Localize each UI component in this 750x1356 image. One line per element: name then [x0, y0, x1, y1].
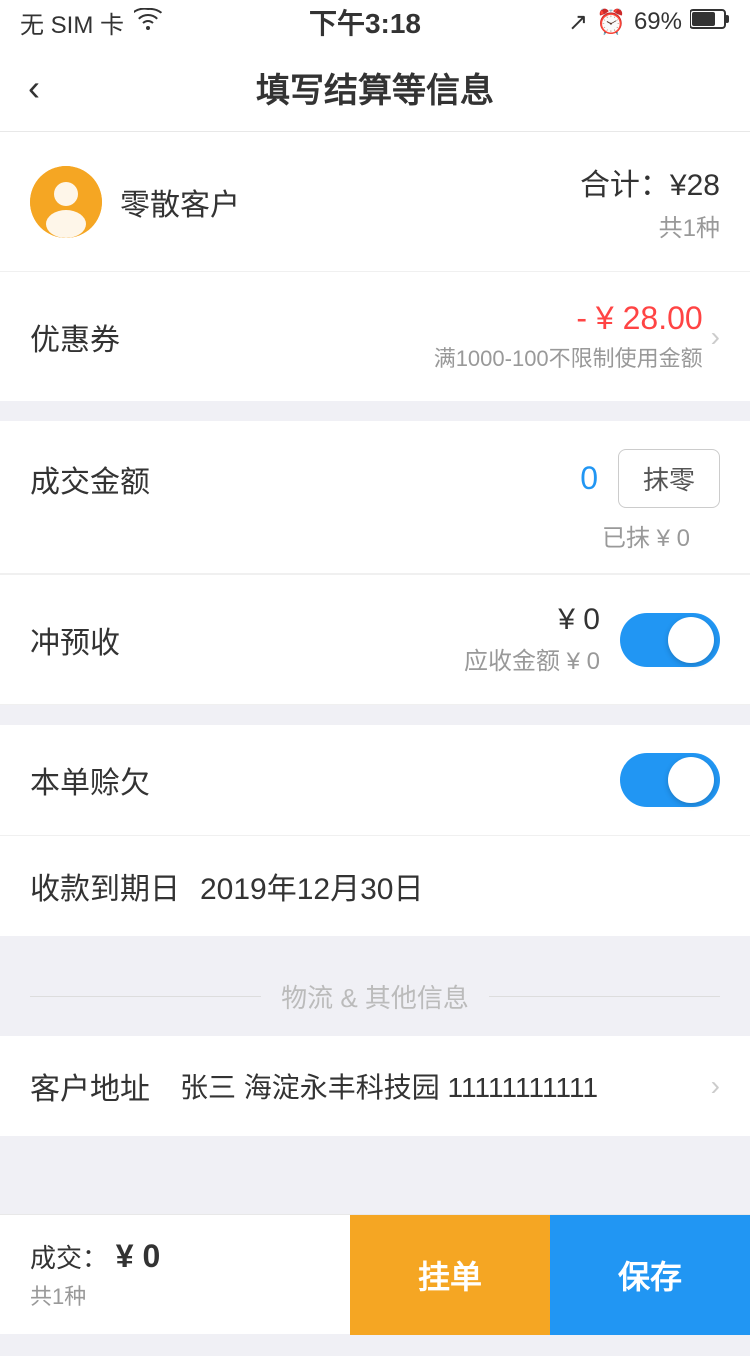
toggle-thumb: [668, 617, 714, 663]
round-zero-button[interactable]: 抹零: [618, 449, 720, 508]
coupon-right: - ¥ 28.00 满1000-100不限制使用金额 ›: [434, 300, 720, 373]
deal-amount-sub: 已抹 ¥ 0: [602, 525, 690, 552]
total-amount: 合计：¥28: [580, 160, 720, 204]
address-chevron-icon: ›: [711, 1070, 720, 1102]
debt-row: 本单赊欠: [0, 725, 750, 835]
status-bar: 无 SIM 卡 下午3:18 ↗ ⏰ 69%: [0, 0, 750, 44]
wifi-icon: [134, 8, 162, 36]
coupon-row[interactable]: 优惠券 - ¥ 28.00 满1000-100不限制使用金额 ›: [0, 271, 750, 401]
save-button[interactable]: 保存: [550, 1215, 750, 1335]
coupon-label: 优惠券: [30, 315, 120, 359]
nav-bar: ‹ 填写结算等信息: [0, 44, 750, 132]
prepayment-label: 冲预收: [30, 618, 120, 662]
debt-toggle[interactable]: [620, 753, 720, 807]
battery-icon: [690, 8, 730, 37]
hang-button[interactable]: 挂单: [350, 1215, 550, 1335]
prepayment-row: 冲预收 ¥ 0 应收金额 ¥ 0: [0, 574, 750, 705]
customer-name: 零散客户: [120, 180, 240, 224]
bottom-deal-amount: ¥ 0: [116, 1238, 160, 1274]
bottom-info: 成交： ¥ 0 共1种: [0, 1238, 350, 1311]
address-label: 客户地址: [30, 1064, 150, 1108]
bottom-deal-row: 成交： ¥ 0: [30, 1238, 320, 1275]
customer-section: 零散客户 合计：¥28 共1种 优惠券 - ¥ 28.00 满1000-100不…: [0, 132, 750, 401]
nav-title: 填写结算等信息: [256, 63, 494, 112]
deal-amount-section: 成交金额 0 抹零 已抹 ¥ 0 冲预收 ¥ 0 应收金额 ¥ 0: [0, 421, 750, 705]
location-icon: ↗: [568, 8, 588, 37]
total-count: 共1种: [580, 208, 720, 243]
coupon-info: - ¥ 28.00 满1000-100不限制使用金额: [434, 300, 703, 373]
prepayment-info: ¥ 0 应收金额 ¥ 0: [464, 603, 600, 676]
logistics-label: 物流 & 其他信息: [261, 978, 489, 1015]
bottom-bar: 成交： ¥ 0 共1种 挂单 保存: [0, 1214, 750, 1334]
coupon-discount: - ¥ 28.00: [434, 300, 703, 337]
customer-summary: 合计：¥28 共1种: [580, 160, 720, 243]
deal-amount-right: 0 抹零: [580, 449, 720, 508]
address-row[interactable]: 客户地址 张三 海淀永丰科技园 11111111111 ›: [0, 1036, 750, 1136]
debt-toggle-thumb: [668, 757, 714, 803]
alarm-icon: ⏰: [596, 8, 626, 37]
date-row: 收款到期日 2019年12月30日: [0, 835, 750, 936]
prepayment-amount: ¥ 0: [558, 603, 600, 637]
customer-left: 零散客户: [30, 166, 240, 238]
address-value: 张三 海淀永丰科技园 11111111111: [180, 1066, 711, 1106]
status-left: 无 SIM 卡: [20, 5, 162, 40]
bottom-deal-label: 成交：: [30, 1243, 108, 1273]
deal-amount-value: 0: [580, 460, 598, 497]
deal-amount-row: 成交金额 0 抹零 已抹 ¥ 0: [0, 421, 750, 574]
debt-section: 本单赊欠 收款到期日 2019年12月30日: [0, 725, 750, 936]
prepayment-sub: 应收金额 ¥ 0: [464, 641, 600, 676]
debt-label: 本单赊欠: [30, 758, 150, 802]
back-button[interactable]: ‹: [28, 67, 40, 109]
coupon-desc: 满1000-100不限制使用金额: [434, 341, 703, 373]
sim-status: 无 SIM 卡: [20, 5, 124, 40]
battery-percentage: 69%: [634, 8, 682, 36]
logistics-divider: 物流 & 其他信息: [0, 956, 750, 1036]
due-date-value: 2019年12月30日: [200, 864, 423, 908]
bottom-count: 共1种: [30, 1279, 320, 1311]
status-time: 下午3:18: [309, 2, 421, 42]
customer-row: 零散客户 合计：¥28 共1种: [0, 132, 750, 271]
status-right: ↗ ⏰ 69%: [568, 8, 730, 37]
prepayment-toggle[interactable]: [620, 613, 720, 667]
address-section: 客户地址 张三 海淀永丰科技园 11111111111 ›: [0, 1036, 750, 1136]
avatar: [30, 166, 102, 238]
chevron-right-icon: ›: [711, 321, 720, 353]
due-date-label: 收款到期日: [30, 864, 180, 908]
deal-amount-label: 成交金额: [30, 457, 150, 501]
